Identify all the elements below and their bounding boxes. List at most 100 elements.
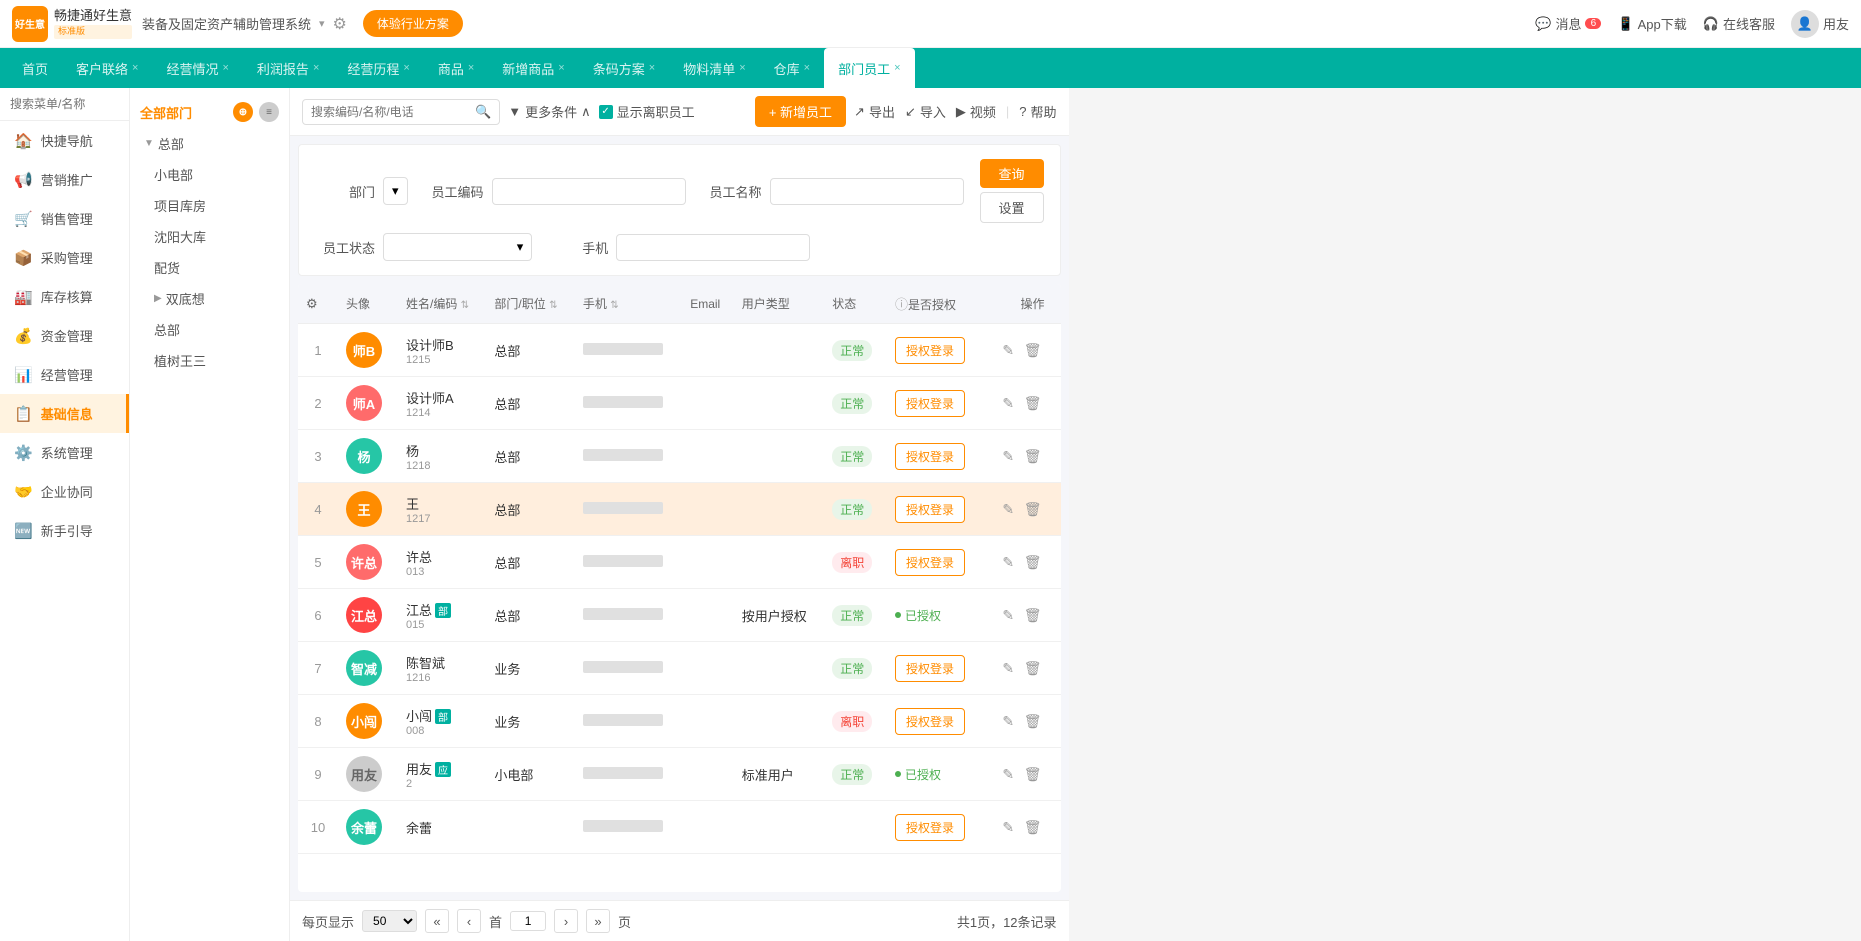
tab-bom[interactable]: 物料清单 × [669,48,759,88]
sidebar-item-basic[interactable]: 📋 基础信息 [0,394,129,433]
sort-icon[interactable]: ⇅ [461,300,469,311]
delete-icon[interactable]: 🗑 [1024,448,1042,464]
auth-login-btn[interactable]: 授权登录 [895,337,965,364]
delete-icon[interactable]: 🗑 [1024,395,1042,411]
page-size-select[interactable]: 50 10 20 100 [362,910,417,932]
delete-icon[interactable]: 🗑 [1024,713,1042,729]
edit-icon[interactable]: ✎ [1002,554,1014,570]
more-filter-btn[interactable]: ▼ 更多条件 ∧ [508,102,590,121]
dept-filter-select[interactable]: ▾ [383,177,408,205]
close-icon[interactable]: × [313,62,319,74]
dept-item-projectroom[interactable]: 项目库房 [130,190,289,221]
auth-login-btn[interactable]: 授权登录 [895,708,965,735]
dept-item-head2[interactable]: 总部 [130,314,289,345]
prev-page-btn[interactable]: ‹ [457,909,481,933]
edit-icon[interactable]: ✎ [1002,660,1014,676]
user-item[interactable]: 👤 用友 [1791,10,1849,38]
edit-icon[interactable]: ✎ [1002,448,1014,464]
delete-icon[interactable]: 🗑 [1024,819,1042,835]
gear-settings-icon[interactable]: ⚙ [306,296,318,311]
phone-input[interactable] [616,234,810,261]
auth-login-btn[interactable]: 授权登录 [895,549,965,576]
th-dept-pos[interactable]: 部门/职位 ⇅ [486,284,574,324]
edit-icon[interactable]: ✎ [1002,713,1014,729]
tab-warehouse[interactable]: 仓库 × [760,48,824,88]
tab-goods[interactable]: 商品 × [424,48,488,88]
delete-icon[interactable]: 🗑 [1024,501,1042,517]
sidebar-item-shortcut[interactable]: 🏠 快捷导航 [0,121,129,160]
show-resigned-toggle[interactable]: ✓ 显示离职员工 [599,102,695,121]
dept-item-head[interactable]: ▼ 总部 [130,128,289,159]
query-button[interactable]: 查询 [980,159,1044,188]
last-page-btn[interactable]: » [586,909,610,933]
dept-item-shuangdixiang[interactable]: ▶ 双底想 [130,283,289,314]
sidebar-item-guide[interactable]: 🆕 新手引导 [0,511,129,550]
edit-icon[interactable]: ✎ [1002,342,1014,358]
tab-add-goods[interactable]: 新增商品 × [488,48,578,88]
app-download-item[interactable]: 📱 App下载 [1617,14,1686,33]
tab-employees[interactable]: 部门员工 × [824,48,914,88]
delete-icon[interactable]: 🗑 [1024,660,1042,676]
tab-customer[interactable]: 客户联络 × [62,48,152,88]
first-page-btn[interactable]: « [425,909,449,933]
tab-profit[interactable]: 利润报告 × [243,48,333,88]
reset-button[interactable]: 设置 [980,192,1044,223]
title-dropdown-icon[interactable]: ▾ [319,17,325,30]
edit-icon[interactable]: ✎ [1002,819,1014,835]
close-icon[interactable]: × [804,62,810,74]
import-btn[interactable]: ↙ 导入 [905,102,946,121]
export-btn[interactable]: ↗ 导出 [854,102,895,121]
dept-add-icon[interactable]: ⊕ [233,102,253,122]
sidebar-item-sales[interactable]: 🛒 销售管理 [0,199,129,238]
delete-icon[interactable]: 🗑 [1024,554,1042,570]
view-btn[interactable]: ▶ 视频 [956,102,996,121]
page-number-input[interactable] [510,911,546,931]
auth-login-btn[interactable]: 授权登录 [895,443,965,470]
online-service-item[interactable]: 🎧 在线客服 [1703,14,1775,33]
close-icon[interactable]: × [222,62,228,74]
tab-operation[interactable]: 经营情况 × [152,48,242,88]
resigned-checkbox[interactable]: ✓ [599,105,613,119]
sort-icon-phone[interactable]: ⇅ [610,300,618,311]
emp-status-select[interactable]: ▾ [383,233,532,261]
edit-icon[interactable]: ✎ [1002,607,1014,623]
dept-item-peihuo[interactable]: 配货 [130,252,289,283]
close-icon[interactable]: × [468,62,474,74]
trial-button[interactable]: 体验行业方案 [363,10,463,37]
help-btn[interactable]: ? 帮助 [1019,102,1056,121]
dept-item-xiaodian[interactable]: 小电部 [130,159,289,190]
auth-login-btn[interactable]: 授权登录 [895,814,965,841]
auth-login-btn[interactable]: 授权登录 [895,496,965,523]
emp-code-input[interactable] [492,178,686,205]
auth-login-btn[interactable]: 授权登录 [895,390,965,417]
delete-icon[interactable]: 🗑 [1024,607,1042,623]
tab-barcode[interactable]: 条码方案 × [579,48,669,88]
sort-icon-dept[interactable]: ⇅ [549,300,557,311]
th-name-code[interactable]: 姓名/编码 ⇅ [398,284,486,324]
tab-home[interactable]: 首页 [8,48,62,88]
sidebar-item-enterprise[interactable]: 🤝 企业协同 [0,472,129,511]
close-icon[interactable]: × [132,62,138,74]
search-input[interactable] [311,105,471,119]
sidebar-item-inventory[interactable]: 🏭 库存核算 [0,277,129,316]
edit-icon[interactable]: ✎ [1002,395,1014,411]
emp-name-input[interactable] [770,178,964,205]
message-item[interactable]: 💬 消息 6 [1535,14,1601,33]
tab-history[interactable]: 经营历程 × [333,48,423,88]
sidebar-item-operation[interactable]: 📊 经营管理 [0,355,129,394]
th-gear[interactable]: ⚙ [298,284,338,324]
dept-collapse-icon[interactable]: ≡ [259,102,279,122]
next-page-btn[interactable]: › [554,909,578,933]
sidebar-item-system[interactable]: ⚙️ 系统管理 [0,433,129,472]
sidebar-item-marketing[interactable]: 📢 营销推广 [0,160,129,199]
sidebar-item-finance[interactable]: 💰 资金管理 [0,316,129,355]
th-phone[interactable]: 手机 ⇅ [575,284,682,324]
dept-item-zhishu[interactable]: 植树王三 [130,345,289,376]
sidebar-item-purchase[interactable]: 📦 采购管理 [0,238,129,277]
dept-item-shenyang[interactable]: 沈阳大库 [130,221,289,252]
all-dept-label[interactable]: 全部部门 [140,103,192,122]
settings-icon[interactable]: ⚙ [333,14,347,34]
close-icon[interactable]: × [403,62,409,74]
edit-icon[interactable]: ✎ [1002,501,1014,517]
delete-icon[interactable]: 🗑 [1024,342,1042,358]
